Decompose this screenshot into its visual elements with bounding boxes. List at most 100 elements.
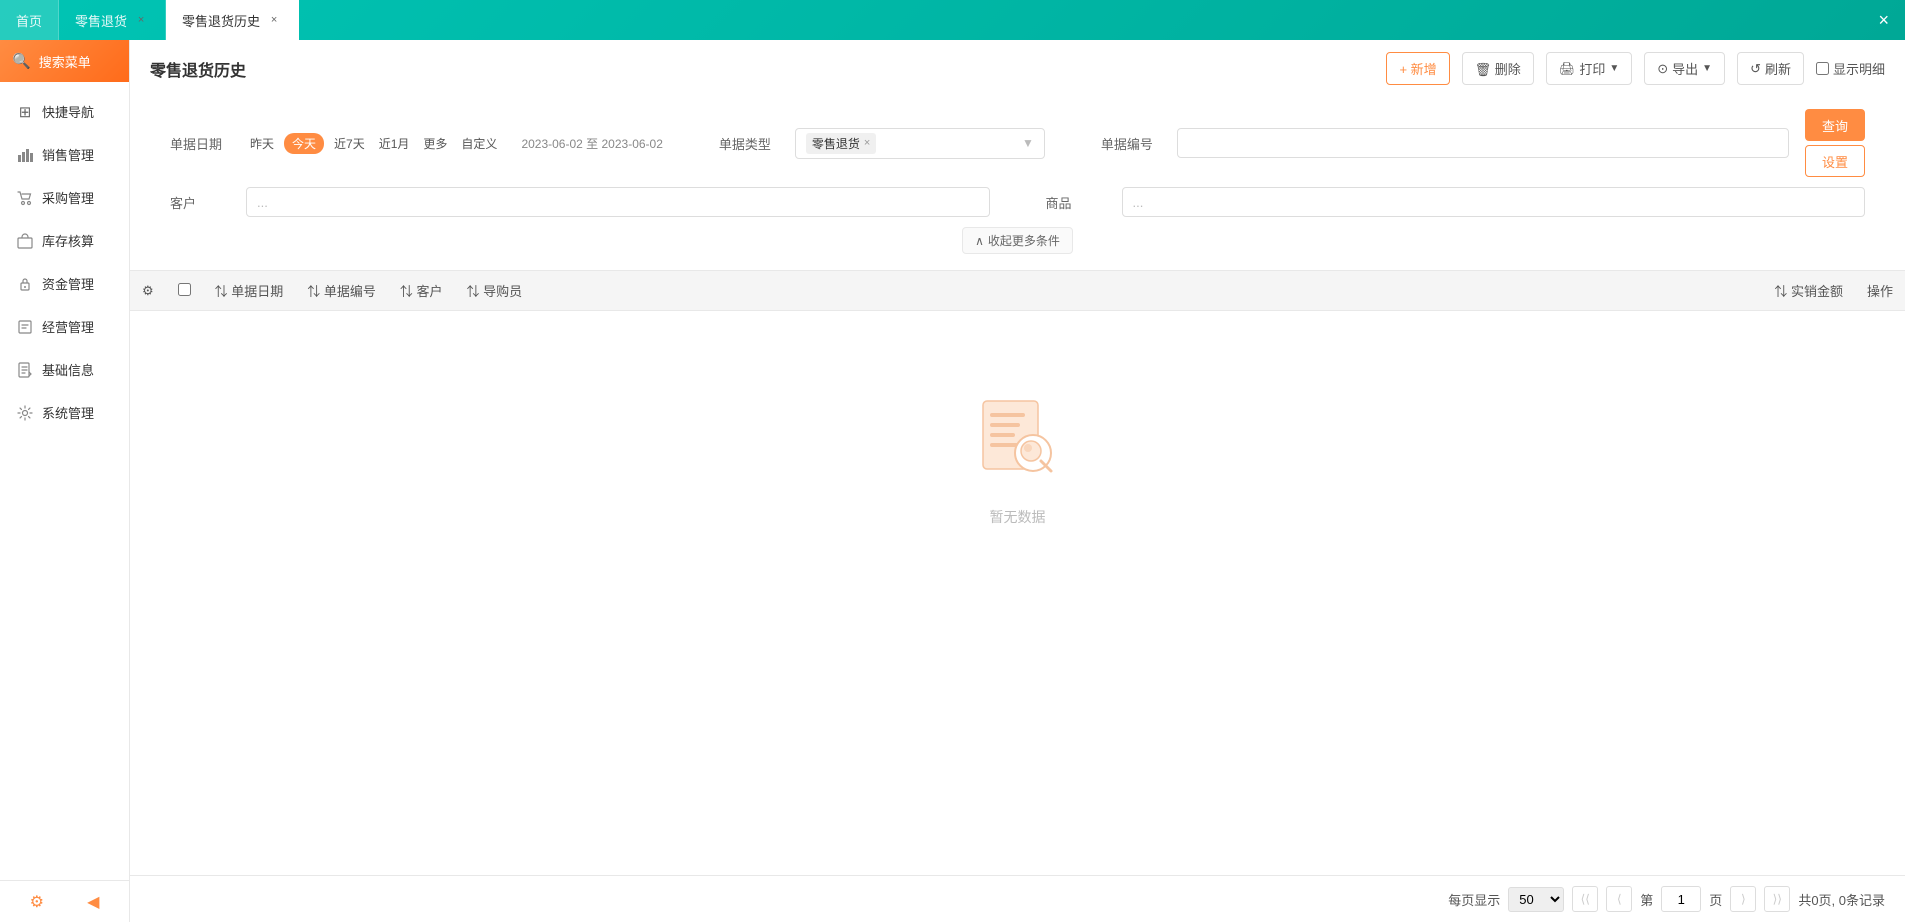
collapse-btn[interactable]: ∧ 收起更多条件	[962, 227, 1073, 254]
select-all-checkbox[interactable]	[178, 283, 191, 296]
data-table: ⚙ ⇅ 单据日期 ⇅ 单据编号 ⇅ 客户	[130, 271, 1905, 311]
sidebar-collapse-btn[interactable]: ◀	[79, 888, 107, 916]
filter-row-2: 客户 商品	[170, 187, 1865, 217]
refresh-icon: ↺	[1750, 61, 1761, 77]
page-header: 零售退货历史 + 新增 🗑 删除 🖨 🖨 打印 打印 ▼ ⊙ 导出 ▼ ↺	[130, 40, 1905, 271]
sidebar-item-sales-mgmt[interactable]: 销售管理	[0, 133, 129, 176]
show-detail-checkbox[interactable]	[1816, 62, 1829, 75]
page-title-row: 零售退货历史 + 新增 🗑 删除 🖨 🖨 打印 打印 ▼ ⊙ 导出 ▼ ↺	[150, 52, 1885, 85]
sidebar-item-operation[interactable]: 经营管理	[0, 305, 129, 348]
th-number-label: ⇅ 单据编号	[307, 284, 376, 299]
th-date[interactable]: ⇅ 单据日期	[203, 271, 296, 311]
window-close-btn[interactable]: ×	[1862, 10, 1905, 31]
system-mgmt-icon	[16, 404, 34, 422]
export-icon: ⊙	[1657, 61, 1668, 77]
th-customer[interactable]: ⇅ 客户	[388, 271, 455, 311]
customer-filter-label: 客户	[170, 193, 230, 212]
query-btn[interactable]: 查询	[1805, 109, 1865, 141]
refresh-btn[interactable]: ↺ ↺ 刷新 刷新	[1737, 52, 1804, 85]
pagination-next-btn[interactable]: ⟩	[1730, 886, 1756, 912]
table-container: ⚙ ⇅ 单据日期 ⇅ 单据编号 ⇅ 客户	[130, 271, 1905, 875]
delete-btn[interactable]: 🗑 删除	[1462, 52, 1534, 85]
sidebar-bottom: ⚙ ◀	[0, 880, 129, 922]
sidebar-settings-btn[interactable]: ⚙	[22, 888, 52, 916]
pagination-page-input[interactable]	[1661, 886, 1701, 912]
date-custom[interactable]: 自定义	[457, 133, 501, 154]
toolbar: + 新增 🗑 删除 🖨 🖨 打印 打印 ▼ ⊙ 导出 ▼ ↺ ↺ 刷新	[1386, 52, 1885, 85]
pagination-prev-btn[interactable]: ⟨	[1606, 886, 1632, 912]
main-layout: 🔍 搜索菜单 ⊞ 快捷导航 销售管理 采购管理	[0, 40, 1905, 922]
number-filter-input[interactable]	[1177, 128, 1789, 158]
date-7days[interactable]: 近7天	[330, 133, 369, 154]
tab-retail-return-history[interactable]: 零售退货历史 ×	[166, 0, 299, 40]
th-amount-label: ⇅ 实销金额	[1774, 284, 1843, 299]
number-filter-label: 单据编号	[1101, 134, 1161, 153]
th-amount[interactable]: ⇅ 实销金额	[1762, 271, 1855, 311]
pagination-last-btn[interactable]: ⟩⟩	[1764, 886, 1790, 912]
tab-retail-return-label: 零售退货	[75, 11, 127, 30]
sidebar-item-quick-nav-label: 快捷导航	[42, 102, 94, 121]
print-icon: 🖨	[1559, 61, 1576, 77]
show-detail-label: 显示明细	[1833, 59, 1885, 78]
th-number[interactable]: ⇅ 单据编号	[295, 271, 388, 311]
type-filter-tag-close[interactable]: ×	[864, 137, 870, 149]
th-actions: 操作	[1855, 271, 1905, 311]
date-filter-label: 单据日期	[170, 134, 230, 153]
pagination-first-btn[interactable]: ⟨⟨	[1572, 886, 1598, 912]
sidebar-item-purchase-label: 采购管理	[42, 188, 94, 207]
th-spacer	[534, 271, 1762, 311]
tab-retail-return[interactable]: 零售退货 ×	[59, 0, 166, 40]
new-btn[interactable]: + 新增	[1386, 52, 1449, 85]
goods-filter-label: 商品	[1046, 193, 1106, 212]
show-detail-checkbox-label[interactable]: 显示明细	[1816, 59, 1885, 78]
customer-filter-input[interactable]	[246, 187, 990, 217]
empty-state: 暂无数据	[130, 311, 1905, 607]
filter-row-1: 单据日期 昨天 今天 近7天 近1月 更多 自定义 2023-06-02 至 2…	[170, 109, 1865, 177]
sidebar-item-purchase-mgmt[interactable]: 采购管理	[0, 176, 129, 219]
th-settings[interactable]: ⚙	[130, 271, 166, 311]
type-filter-select[interactable]: 零售退货 × ▼	[795, 128, 1045, 159]
date-1month[interactable]: 近1月	[375, 133, 414, 154]
pagination-total: 共0页, 0条记录	[1798, 890, 1885, 909]
sidebar-nav: ⊞ 快捷导航 销售管理 采购管理 库存核算	[0, 82, 129, 880]
collapse-row: ∧ 收起更多条件	[170, 227, 1865, 254]
filter-area: 单据日期 昨天 今天 近7天 近1月 更多 自定义 2023-06-02 至 2…	[150, 97, 1885, 270]
per-page-select[interactable]: 20 50 100 200	[1508, 887, 1564, 912]
print-btn[interactable]: 🖨 🖨 打印 打印 ▼	[1546, 52, 1632, 85]
settings-btn[interactable]: 设置	[1805, 145, 1865, 177]
tab-retail-return-close[interactable]: ×	[133, 12, 149, 28]
collapse-label: 收起更多条件	[988, 232, 1060, 249]
sidebar-search-label: 搜索菜单	[39, 52, 91, 71]
sidebar-item-inventory-label: 库存核算	[42, 231, 94, 250]
sidebar-search[interactable]: 🔍 搜索菜单	[0, 40, 129, 82]
sidebar-item-quick-nav[interactable]: ⊞ 快捷导航	[0, 90, 129, 133]
date-range-display: 2023-06-02 至 2023-06-02	[521, 135, 662, 152]
date-yesterday[interactable]: 昨天	[246, 133, 278, 154]
tab-home[interactable]: 首页	[0, 0, 59, 40]
per-page-label: 每页显示	[1448, 890, 1500, 909]
tab-list: 首页 零售退货 × 零售退货历史 ×	[0, 0, 1862, 40]
date-today[interactable]: 今天	[284, 133, 324, 154]
tab-retail-return-history-close[interactable]: ×	[266, 12, 282, 28]
empty-icon	[968, 391, 1068, 491]
sidebar-item-finance[interactable]: 资金管理	[0, 262, 129, 305]
date-more[interactable]: 更多	[419, 133, 451, 154]
tab-home-label: 首页	[16, 11, 42, 30]
type-filter-tag: 零售退货 ×	[806, 133, 876, 154]
sidebar-item-inventory[interactable]: 库存核算	[0, 219, 129, 262]
sidebar-item-basic-info[interactable]: 基础信息	[0, 348, 129, 391]
th-guide[interactable]: ⇅ 导购员	[455, 271, 535, 311]
goods-filter-input[interactable]	[1122, 187, 1866, 217]
sidebar-item-finance-label: 资金管理	[42, 274, 94, 293]
th-checkbox[interactable]	[166, 271, 203, 311]
table-settings-icon[interactable]: ⚙	[142, 283, 154, 298]
purchase-mgmt-icon	[16, 189, 34, 207]
sidebar: 🔍 搜索菜单 ⊞ 快捷导航 销售管理 采购管理	[0, 40, 130, 922]
basic-info-icon	[16, 361, 34, 379]
th-customer-label: ⇅ 客户	[400, 284, 443, 299]
content-area: 零售退货历史 + 新增 🗑 删除 🖨 🖨 打印 打印 ▼ ⊙ 导出 ▼ ↺	[130, 40, 1905, 922]
sidebar-item-system-mgmt[interactable]: 系统管理	[0, 391, 129, 434]
sidebar-item-basic-info-label: 基础信息	[42, 360, 94, 379]
export-btn[interactable]: ⊙ 导出 ▼	[1644, 52, 1725, 85]
th-guide-label: ⇅ 导购员	[467, 284, 523, 299]
